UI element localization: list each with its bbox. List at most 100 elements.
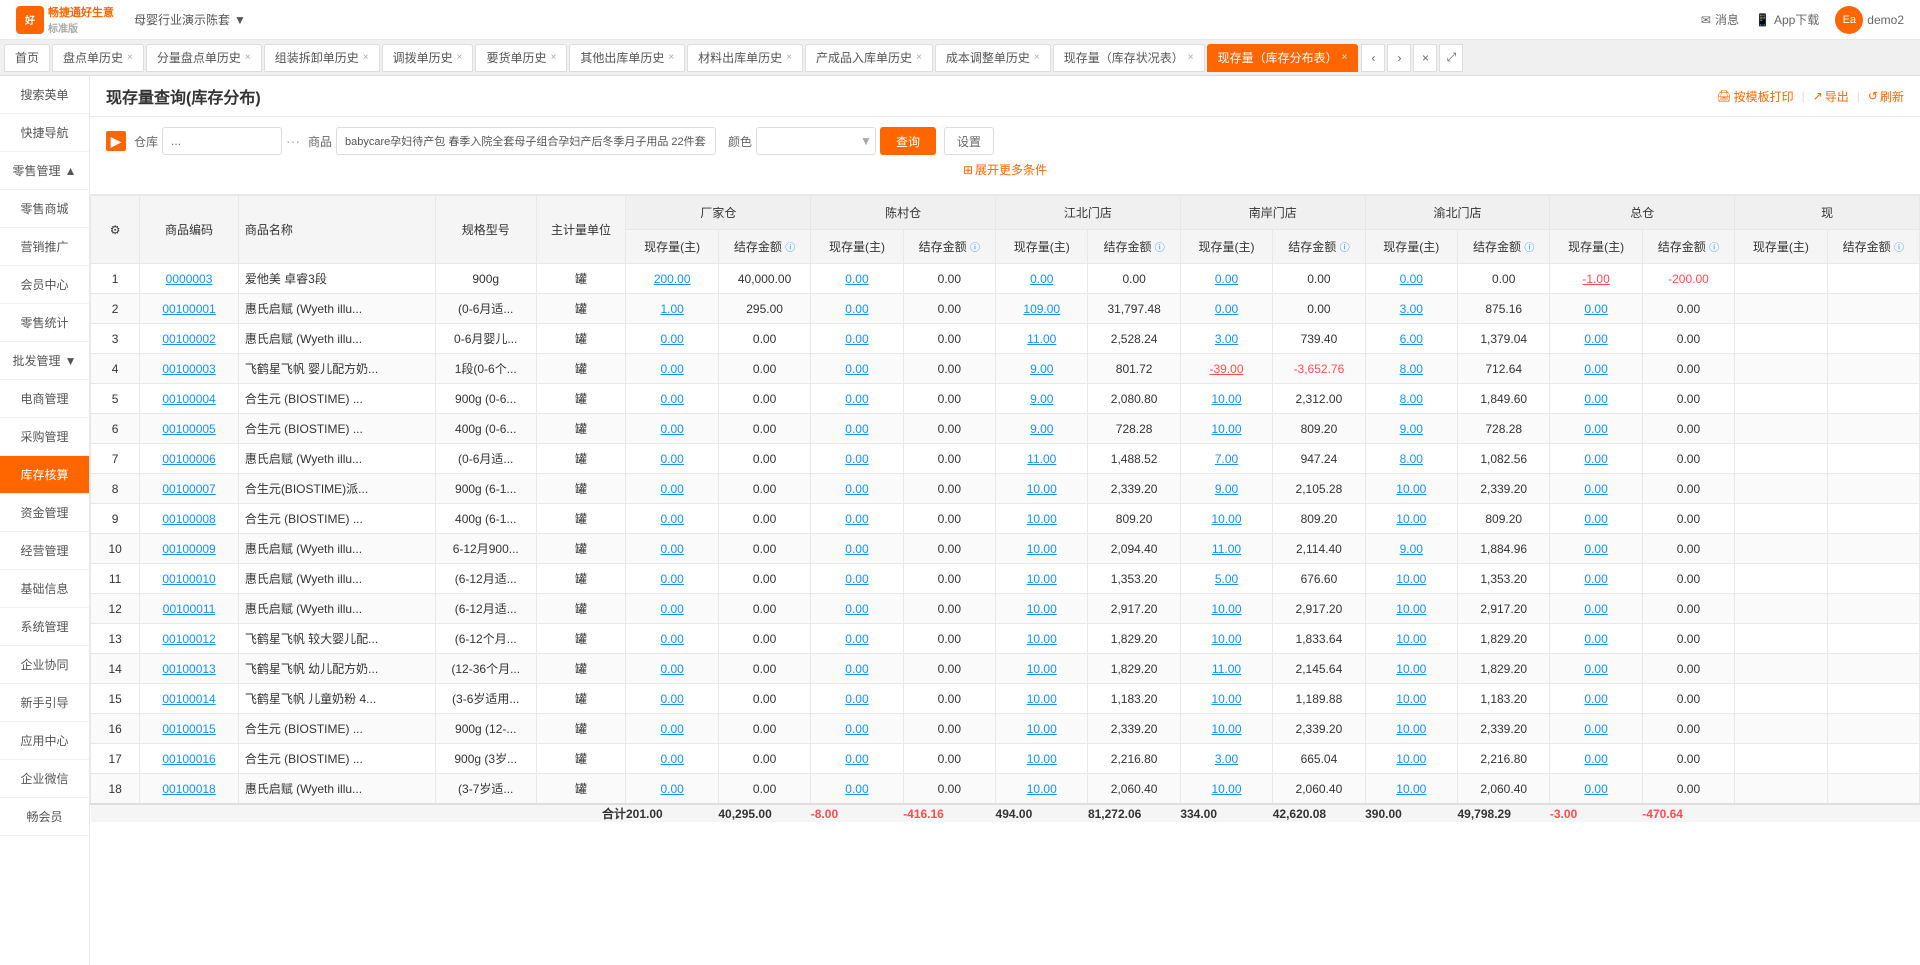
cell-cj-x[interactable]: 0.00 — [626, 384, 718, 414]
sidebar-item-member[interactable]: 会员中心 — [0, 266, 89, 304]
cell-lj-x[interactable]: 0.00 — [811, 564, 903, 594]
cell-yb-x[interactable]: 10.00 — [1365, 744, 1457, 774]
cell-lj-x[interactable]: 0.00 — [811, 534, 903, 564]
sidebar-item-appcenter[interactable]: 应用中心 — [0, 722, 89, 760]
cell-na-x[interactable]: 3.00 — [1180, 324, 1272, 354]
cell-code[interactable]: 00100010 — [140, 564, 239, 594]
sidebar-item-retailmgmt[interactable]: 零售管理 ▲ — [0, 152, 89, 190]
expand-conditions-btn[interactable]: ⊞ 展开更多条件 — [963, 161, 1047, 178]
cell-na-x[interactable]: 11.00 — [1180, 534, 1272, 564]
color-input[interactable] — [756, 127, 876, 155]
cell-yb-x[interactable]: 6.00 — [1365, 324, 1457, 354]
message-btn[interactable]: ✉ 消息 — [1701, 11, 1739, 28]
cell-lj-x[interactable]: 0.00 — [811, 414, 903, 444]
sidebar-item-guide[interactable]: 新手引导 — [0, 684, 89, 722]
tab-close[interactable]: × — [668, 52, 674, 63]
cell-yb-x[interactable]: 8.00 — [1365, 384, 1457, 414]
cell-zc-x[interactable]: 0.00 — [1550, 624, 1642, 654]
cell-jb-x[interactable]: 9.00 — [996, 384, 1088, 414]
tab-prev-btn[interactable]: ‹ — [1361, 44, 1385, 72]
cell-jb-x[interactable]: 10.00 — [996, 624, 1088, 654]
cell-code[interactable]: 00100003 — [140, 354, 239, 384]
tab-pangdian[interactable]: 盘点单历史 × — [52, 44, 144, 72]
filter-collapse-btn[interactable]: ▶ — [106, 131, 126, 151]
sidebar-item-chaohuiyuan[interactable]: 畅会员 — [0, 798, 89, 836]
tab-close[interactable]: × — [786, 52, 792, 63]
table-container[interactable]: ⚙ 商品编码 商品名称 规格型号 主计量单位 厂家仓 陈村仓 江北门店 南岸门店… — [90, 195, 1920, 965]
cell-yb-x[interactable]: 10.00 — [1365, 624, 1457, 654]
cell-zc-x[interactable]: 0.00 — [1550, 444, 1642, 474]
cell-code[interactable]: 00100018 — [140, 774, 239, 805]
tab-chengbentiaozhen[interactable]: 成本调整单历史 × — [935, 44, 1051, 72]
cell-code[interactable]: 0000003 — [140, 264, 239, 294]
cell-code[interactable]: 00100015 — [140, 714, 239, 744]
sidebar-item-system[interactable]: 系统管理 — [0, 608, 89, 646]
cell-jb-x[interactable]: 10.00 — [996, 504, 1088, 534]
warehouse-dots[interactable]: ··· — [286, 133, 300, 149]
tab-close[interactable]: × — [916, 52, 922, 63]
cell-jb-x[interactable]: 10.00 — [996, 564, 1088, 594]
cell-cj-x[interactable]: 0.00 — [626, 324, 718, 354]
sidebar-item-retailstat[interactable]: 零售统计 — [0, 304, 89, 342]
cell-jb-x[interactable]: 10.00 — [996, 684, 1088, 714]
tab-diaobuo[interactable]: 调拨单历史 × — [382, 44, 474, 72]
cell-jb-x[interactable]: 109.00 — [996, 294, 1088, 324]
cell-lj-x[interactable]: 0.00 — [811, 354, 903, 384]
cell-jb-x[interactable]: 0.00 — [996, 264, 1088, 294]
cell-na-x[interactable]: 10.00 — [1180, 594, 1272, 624]
cell-yb-x[interactable]: 10.00 — [1365, 594, 1457, 624]
cell-na-x[interactable]: 5.00 — [1180, 564, 1272, 594]
cell-lj-x[interactable]: 0.00 — [811, 714, 903, 744]
cell-yb-x[interactable]: 10.00 — [1365, 504, 1457, 534]
sidebar-item-retailshop[interactable]: 零售商城 — [0, 190, 89, 228]
cell-zc-x[interactable]: 0.00 — [1550, 684, 1642, 714]
cell-zc-x[interactable]: 0.00 — [1550, 324, 1642, 354]
cell-cj-x[interactable]: 0.00 — [626, 444, 718, 474]
tab-close[interactable]: × — [457, 52, 463, 63]
cell-na-x[interactable]: 10.00 — [1180, 414, 1272, 444]
cell-lj-x[interactable]: 0.00 — [811, 324, 903, 354]
cell-code[interactable]: 00100012 — [140, 624, 239, 654]
cell-jb-x[interactable]: 10.00 — [996, 474, 1088, 504]
tab-close[interactable]: × — [245, 52, 251, 63]
cell-na-x[interactable]: 10.00 — [1180, 384, 1272, 414]
cell-jb-x[interactable]: 9.00 — [996, 354, 1088, 384]
cell-na-x[interactable]: 7.00 — [1180, 444, 1272, 474]
app-download-btn[interactable]: 📱 App下载 — [1755, 11, 1819, 28]
sidebar-item-finance[interactable]: 资金管理 — [0, 494, 89, 532]
cell-na-x[interactable]: 10.00 — [1180, 684, 1272, 714]
cell-jb-x[interactable]: 11.00 — [996, 444, 1088, 474]
product-input[interactable] — [336, 127, 716, 155]
cell-code[interactable]: 00100005 — [140, 414, 239, 444]
tab-next-btn[interactable]: › — [1387, 44, 1411, 72]
cell-na-x[interactable]: 0.00 — [1180, 294, 1272, 324]
cell-zc-x[interactable]: 0.00 — [1550, 534, 1642, 564]
tab-qitachuku[interactable]: 其他出库单历史 × — [569, 44, 685, 72]
cell-cj-x[interactable]: 0.00 — [626, 624, 718, 654]
cell-yb-x[interactable]: 10.00 — [1365, 654, 1457, 684]
cell-lj-x[interactable]: 0.00 — [811, 624, 903, 654]
cell-cj-x[interactable]: 0.00 — [626, 564, 718, 594]
cell-cj-x[interactable]: 0.00 — [626, 414, 718, 444]
cell-cj-x[interactable]: 1.00 — [626, 294, 718, 324]
setting-btn[interactable]: 设置 — [944, 127, 994, 155]
print-btn[interactable]: 🖨 按模板打印 — [1716, 88, 1793, 105]
cell-code[interactable]: 00100002 — [140, 324, 239, 354]
cell-zc-x[interactable]: 0.00 — [1550, 474, 1642, 504]
cell-zc-x[interactable]: 0.00 — [1550, 654, 1642, 684]
sidebar-item-inventory[interactable]: 库存核算 — [0, 456, 89, 494]
cell-na-x[interactable]: -39.00 — [1180, 354, 1272, 384]
cell-yb-x[interactable]: 10.00 — [1365, 774, 1457, 805]
tab-close[interactable]: × — [363, 52, 369, 63]
cell-cj-x[interactable]: 0.00 — [626, 534, 718, 564]
cell-code[interactable]: 00100008 — [140, 504, 239, 534]
sidebar-item-marketing[interactable]: 营销推广 — [0, 228, 89, 266]
cell-zc-x[interactable]: 0.00 — [1550, 744, 1642, 774]
cell-zc-x[interactable]: 0.00 — [1550, 294, 1642, 324]
cell-zc-x[interactable]: 0.00 — [1550, 354, 1642, 384]
cell-jb-x[interactable]: 11.00 — [996, 324, 1088, 354]
cell-na-x[interactable]: 11.00 — [1180, 654, 1272, 684]
cell-na-x[interactable]: 10.00 — [1180, 624, 1272, 654]
cell-jb-x[interactable]: 10.00 — [996, 774, 1088, 805]
cell-lj-x[interactable]: 0.00 — [811, 594, 903, 624]
